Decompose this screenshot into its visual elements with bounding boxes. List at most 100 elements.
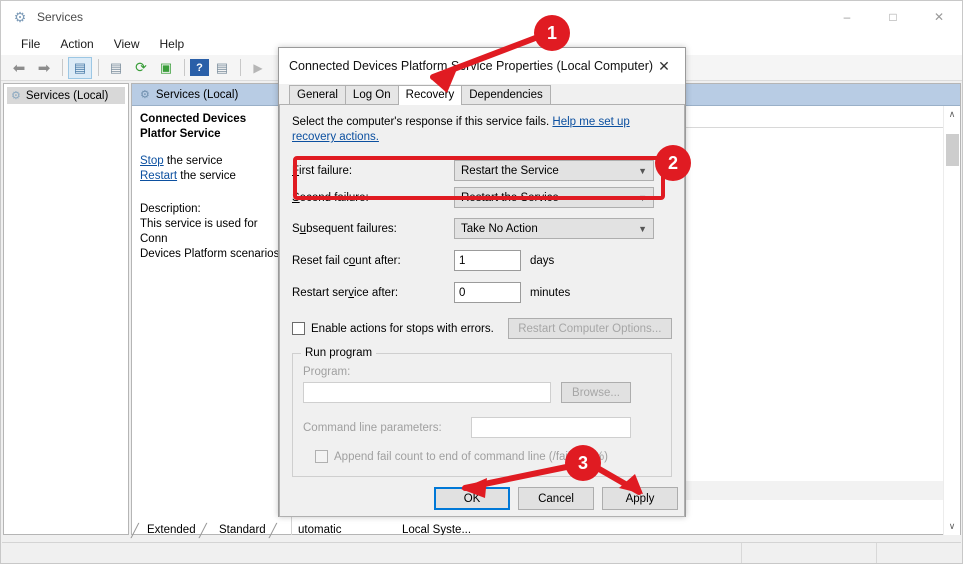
service-description-panel: Connected Devices Platfor Service Stop t…	[132, 106, 292, 535]
chevron-down-icon: ▼	[638, 223, 647, 234]
show-action-pane-button[interactable]: ▤	[210, 57, 234, 79]
tab-extended[interactable]: Extended	[139, 523, 204, 537]
scrollbar-thumb[interactable]	[946, 134, 959, 166]
annotation-highlight-failure-rows	[293, 156, 665, 200]
start-service-button[interactable]: ▶	[246, 57, 270, 79]
description-line-2: Devices Platform scenarios	[140, 248, 280, 260]
toolbar-separator	[98, 59, 99, 76]
toolbar-separator	[184, 59, 185, 76]
subsequent-failures-value: Take No Action	[461, 222, 538, 235]
window-title: Services	[37, 10, 84, 24]
window-controls: – □ ✕	[824, 1, 962, 33]
status-cell-3	[877, 543, 961, 563]
menu-item-view[interactable]: View	[104, 35, 150, 53]
browse-button[interactable]: Browse...	[561, 382, 631, 403]
tab-dependencies[interactable]: Dependencies	[461, 85, 551, 104]
dialog-title: Connected Devices Platform Service Prope…	[289, 59, 654, 73]
back-button[interactable]: ⬅	[7, 57, 31, 79]
subsequent-failures-combobox[interactable]: Take No Action ▼	[454, 218, 654, 239]
status-cell-main	[2, 543, 742, 563]
help-button[interactable]: ?	[190, 59, 209, 76]
services-gear-icon: ⚙	[13, 8, 27, 25]
description-label: Description:	[140, 203, 201, 215]
tab-recovery[interactable]: Recovery	[397, 85, 463, 105]
restart-service-suffix: the service	[177, 170, 236, 182]
program-label: Program:	[303, 366, 351, 378]
cancel-button[interactable]: Cancel	[518, 487, 594, 510]
ok-button[interactable]: OK	[434, 487, 510, 510]
toolbar-separator	[62, 59, 63, 76]
services-gear-icon: ⚙	[140, 89, 150, 101]
view-tabs: ╱ Extended ╱ Standard ╱	[131, 521, 961, 541]
intro-text: Select the computer's response if this s…	[292, 116, 553, 128]
annotation-badge-1: 1	[534, 15, 570, 51]
title-bar: ⚙ Services – □ ✕	[1, 1, 962, 33]
restart-service-after-row: Restart service after: 0 minutes	[292, 279, 672, 306]
dialog-close-button[interactable]: ✕	[643, 48, 685, 84]
refresh-button[interactable]: ⟳	[129, 57, 153, 79]
tab-standard[interactable]: Standard	[211, 523, 274, 537]
tab-separator: ╱	[199, 523, 207, 538]
stop-service-suffix: the service	[163, 155, 223, 167]
restart-service-after-unit: minutes	[530, 286, 571, 299]
subsequent-failures-label: Subsequent failures:	[292, 222, 397, 235]
restart-service-after-value: 0	[459, 286, 466, 299]
subsequent-failures-row: Subsequent failures: Take No Action ▼	[292, 215, 672, 242]
close-button[interactable]: ✕	[916, 1, 962, 33]
menu-item-help[interactable]: Help	[150, 35, 195, 53]
apply-button[interactable]: Apply	[602, 487, 678, 510]
enable-actions-row: Enable actions for stops with errors. Re…	[292, 318, 672, 339]
dialog-footer: OK Cancel Apply	[280, 487, 688, 510]
reset-fail-count-value: 1	[459, 254, 466, 267]
status-bar	[2, 542, 961, 563]
properties-button[interactable]: ▤	[104, 57, 128, 79]
service-properties-dialog: Connected Devices Platform Service Prope…	[278, 47, 686, 517]
restart-service-after-input[interactable]: 0	[454, 282, 521, 303]
stop-service-link[interactable]: Stop	[140, 155, 164, 167]
reset-fail-count-unit: days	[530, 254, 555, 267]
list-scrollbar[interactable]: ∧ ∨	[943, 106, 960, 535]
command-line-parameters-input[interactable]	[471, 417, 631, 438]
tree-item-label: Services (Local)	[25, 89, 109, 102]
restart-service-after-label: Restart service after:	[292, 286, 399, 299]
reset-fail-count-label: Reset fail count after:	[292, 254, 401, 267]
pane-header-label: Services (Local)	[155, 88, 239, 101]
export-list-button[interactable]: ▣	[154, 57, 178, 79]
program-input[interactable]	[303, 382, 551, 403]
menu-item-action[interactable]: Action	[50, 35, 103, 53]
tab-log-on[interactable]: Log On	[344, 85, 399, 104]
intro-text-block: Select the computer's response if this s…	[292, 115, 672, 145]
restart-computer-options-button[interactable]: Restart Computer Options...	[507, 318, 672, 339]
minimize-button[interactable]: –	[824, 1, 870, 33]
run-program-group-title: Run program	[301, 347, 377, 359]
status-cell-2	[742, 543, 877, 563]
tab-separator: ╱	[269, 523, 277, 538]
toolbar-separator	[240, 59, 241, 76]
restart-service-link[interactable]: Restart	[140, 170, 177, 182]
menu-item-file[interactable]: File	[11, 35, 50, 53]
forward-button[interactable]: ➡	[32, 57, 56, 79]
tab-separator: ╱	[131, 523, 139, 538]
maximize-button[interactable]: □	[870, 1, 916, 33]
console-tree-pane: ⚙ Services (Local)	[3, 83, 129, 535]
restart-service-row: Restart the service	[140, 169, 283, 184]
run-program-group: Run program Program: Browse... Command l…	[292, 347, 672, 477]
reset-fail-count-input[interactable]: 1	[454, 250, 521, 271]
reset-fail-count-row: Reset fail count after: 1 days	[292, 247, 672, 274]
service-title: Connected Devices Platfor Service	[140, 113, 247, 140]
scroll-up-arrow-icon[interactable]: ∧	[944, 106, 960, 123]
show-hide-console-tree-button[interactable]: ▤	[68, 56, 92, 79]
services-gear-icon: ⚙	[11, 90, 21, 102]
dialog-tab-strip: General Log On Recovery Dependencies	[279, 84, 685, 105]
append-fail-count-checkbox[interactable]	[315, 450, 328, 463]
annotation-badge-3: 3	[565, 445, 601, 481]
dialog-title-bar: Connected Devices Platform Service Prope…	[279, 48, 685, 84]
description-line-1: This service is used for Conn	[140, 218, 258, 245]
enable-actions-label: Enable actions for stops with errors.	[311, 322, 494, 335]
tab-general[interactable]: General	[289, 85, 346, 104]
enable-actions-checkbox[interactable]	[292, 322, 305, 335]
annotation-badge-2: 2	[655, 145, 691, 181]
tree-item-services-local[interactable]: ⚙ Services (Local)	[7, 87, 125, 104]
stop-service-row: Stop the service	[140, 154, 283, 169]
